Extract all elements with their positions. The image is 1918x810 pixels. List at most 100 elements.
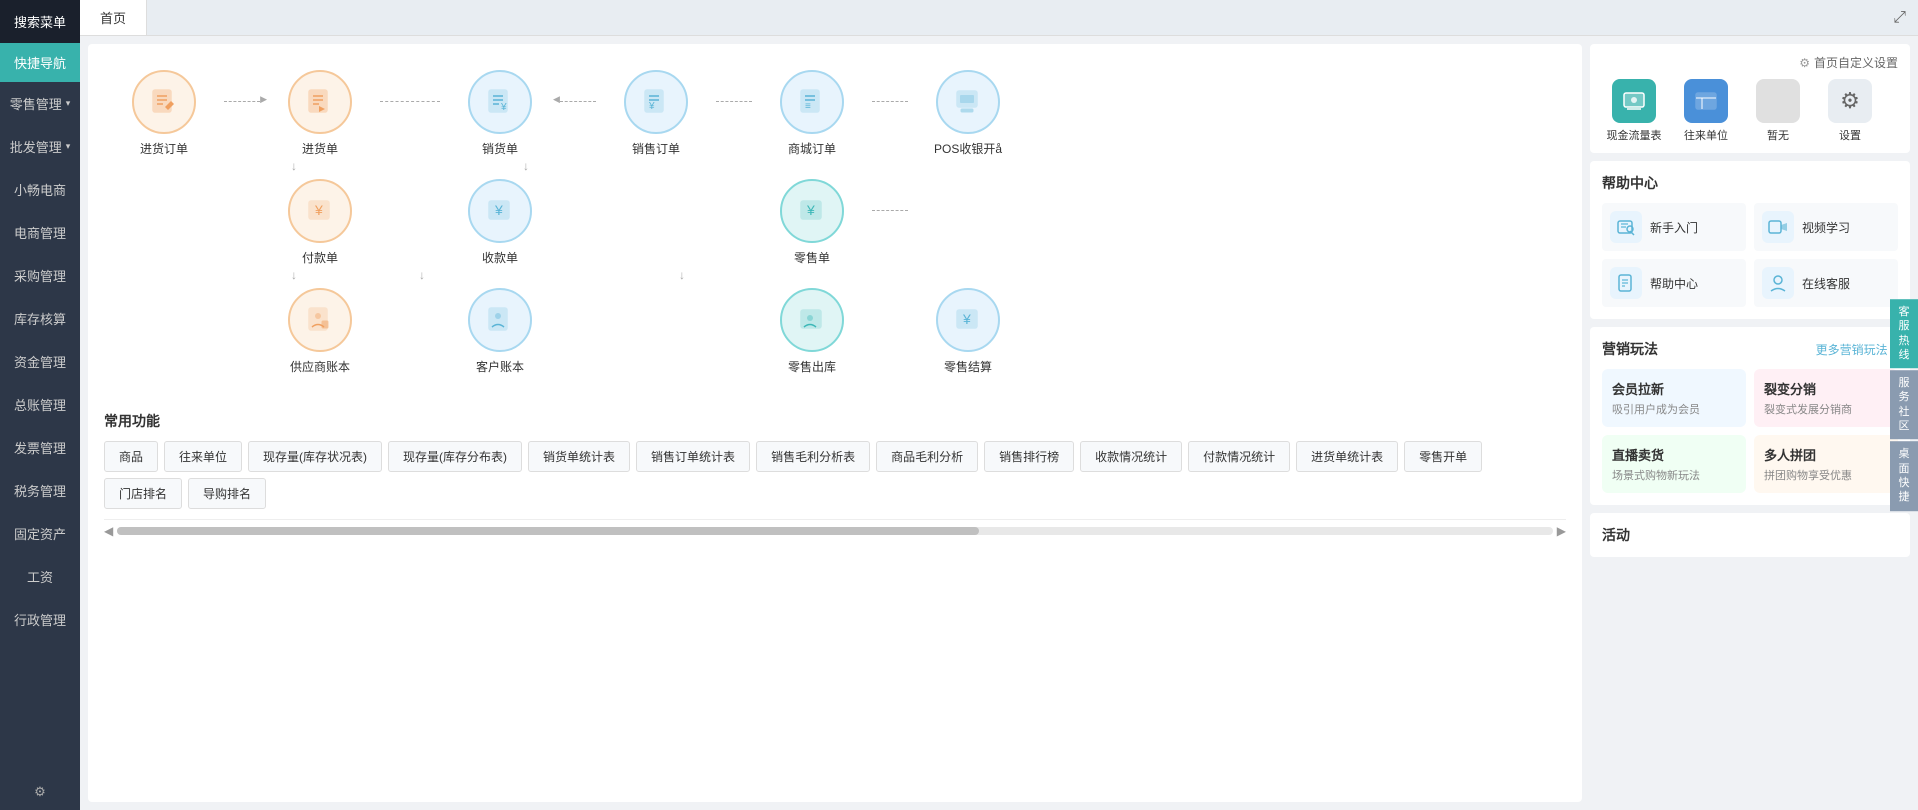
help-item-beginner[interactable]: 新手入门 [1602, 203, 1746, 251]
sidebar-item-wholesale[interactable]: 批发管理 ▾ [0, 125, 80, 168]
sidebar-item-ledger[interactable]: 总账管理 [0, 383, 80, 426]
marketing-panel: 营销玩法 更多营销玩法 > 会员拉新 吸引用户成为会员 裂变分销 裂变式发展分销… [1590, 327, 1910, 505]
func-btn-product-profit[interactable]: 商品毛利分析 [876, 441, 978, 472]
node-customer-account[interactable]: 客户账本 [440, 288, 560, 375]
arrow-3 [560, 101, 596, 102]
func-btn-gross-profit[interactable]: 销售毛利分析表 [756, 441, 870, 472]
marketing-item-group[interactable]: 多人拼团 拼团购物享受优惠 [1754, 435, 1898, 493]
quick-access-panel: ⚙ 首页自定义设置 现金流量表 [1590, 44, 1910, 153]
func-btn-receipt-stat[interactable]: 收款情况统计 [1080, 441, 1182, 472]
func-btn-inventory-status[interactable]: 现存量(库存状况表) [248, 441, 382, 472]
sidebar-item-ecommerce-mgmt[interactable]: 电商管理 [0, 211, 80, 254]
qa-item-cashflow[interactable]: 现金流量表 [1602, 79, 1666, 143]
float-btn-community[interactable]: 服务社区 [1890, 370, 1918, 439]
marketing-item-live[interactable]: 直播卖货 场景式购物新玩法 [1602, 435, 1746, 493]
sidebar-item-inventory[interactable]: 库存核算 [0, 297, 80, 340]
down-arrows-2: ↓ ↓ ↓ [104, 266, 1566, 284]
tab-home[interactable]: 首页 [80, 0, 147, 35]
down-arrow-pos [596, 159, 664, 173]
down-arrow-payment-in: ↓ [388, 268, 456, 282]
node-retail-bill[interactable]: ¥ 零售单 [752, 179, 872, 266]
qa-item-empty[interactable]: 暂无 [1746, 79, 1810, 143]
node-retail-settle[interactable]: ¥ 零售结算 [908, 288, 1028, 375]
down-arrow-retail: ↓ [648, 268, 716, 282]
qa-item-settings[interactable]: ⚙ 设置 [1818, 79, 1882, 143]
help-item-help[interactable]: 帮助中心 [1602, 259, 1746, 307]
settings-icon[interactable]: ⚙ [0, 774, 80, 810]
float-btn-desktop[interactable]: 桌面快捷 [1890, 442, 1918, 511]
node-pos[interactable]: POS收银开å [908, 70, 1028, 157]
scroll-track[interactable] [117, 527, 1553, 535]
func-btn-sales-stat[interactable]: 销货单统计表 [528, 441, 630, 472]
online-service-icon [1762, 267, 1794, 299]
node-supplier-account[interactable]: 供应商账本 [260, 288, 380, 375]
online-service-label: 在线客服 [1802, 275, 1850, 292]
empty-label: 暂无 [1767, 127, 1789, 143]
sidebar-item-invoice[interactable]: 发票管理 [0, 426, 80, 469]
node-purchase-order[interactable]: 进货订单 [104, 70, 224, 157]
help-item-video[interactable]: 视频学习 [1754, 203, 1898, 251]
marketing-more-link[interactable]: 更多营销玩法 > [1816, 341, 1898, 358]
func-btn-payment-stat[interactable]: 付款情况统计 [1188, 441, 1290, 472]
scroll-left-icon[interactable]: ◀ [104, 524, 113, 538]
node-payment-in[interactable]: ¥ 收款单 [440, 179, 560, 266]
down-arrow-payment-out: ↓ [260, 268, 328, 282]
cashflow-icon [1612, 79, 1656, 123]
help-doc-icon [1610, 267, 1642, 299]
svg-text:¥: ¥ [962, 311, 971, 327]
main-area: 首页 ⤢ [80, 0, 1918, 810]
sidebar-item-assets[interactable]: 固定资产 [0, 512, 80, 555]
func-btn-sales-rank[interactable]: 销售排行榜 [984, 441, 1074, 472]
spacer-arrow-4 [716, 101, 752, 102]
qa-item-units[interactable]: 往来单位 [1674, 79, 1738, 143]
beginner-icon [1610, 211, 1642, 243]
node-purchase-bill[interactable]: 进货单 [260, 70, 380, 157]
purchase-order-icon [132, 70, 196, 134]
sidebar-item-retail[interactable]: 零售管理 ▾ [0, 82, 80, 125]
sidebar-item-admin[interactable]: 行政管理 [0, 598, 80, 641]
func-btn-sales-order-stat[interactable]: 销售订单统计表 [636, 441, 750, 472]
func-btn-retail-order[interactable]: 零售开单 [1404, 441, 1482, 472]
payment-in-label: 收款单 [482, 249, 518, 266]
func-btn-guide-rank[interactable]: 导购排名 [188, 478, 266, 509]
retail-out-label: 零售出库 [788, 358, 836, 375]
sales-bill-icon: ¥ [468, 70, 532, 134]
cashflow-label: 现金流量表 [1607, 127, 1662, 143]
fission-desc: 裂变式发展分销商 [1764, 401, 1888, 417]
sidebar-item-ecommerce-small[interactable]: 小畅电商 [0, 168, 80, 211]
scroll-bar: ◀ ▶ [104, 519, 1566, 542]
function-buttons-grid: 商品 往来单位 现存量(库存状况表) 现存量(库存分布表) 销货单统计表 销售订… [104, 441, 1566, 509]
scroll-right-icon[interactable]: ▶ [1557, 524, 1566, 538]
func-btn-store-rank[interactable]: 门店排名 [104, 478, 182, 509]
sidebar-item-purchase[interactable]: 采购管理 [0, 254, 80, 297]
quick-nav[interactable]: 快捷导航 [0, 43, 80, 82]
svg-text:¥: ¥ [500, 102, 507, 113]
func-btn-product[interactable]: 商品 [104, 441, 158, 472]
node-payment-out[interactable]: ¥ 付款单 [260, 179, 380, 266]
func-btn-purchase-stat[interactable]: 进货单统计表 [1296, 441, 1398, 472]
sidebar-item-payroll[interactable]: 工资 [0, 555, 80, 598]
sales-bill-label: 销货单 [482, 140, 518, 157]
marketing-item-member[interactable]: 会员拉新 吸引用户成为会员 [1602, 369, 1746, 427]
sidebar-item-finance[interactable]: 资金管理 [0, 340, 80, 383]
search-menu[interactable]: 搜索菜单 [0, 0, 80, 43]
func-btn-unit[interactable]: 往来单位 [164, 441, 242, 472]
quick-access-header: ⚙ 首页自定义设置 [1602, 54, 1898, 71]
node-mall-order[interactable]: ≡ 商城订单 [752, 70, 872, 157]
marketing-grid: 会员拉新 吸引用户成为会员 裂变分销 裂变式发展分销商 直播卖货 场景式购物新玩… [1602, 369, 1898, 493]
float-btn-hotline[interactable]: 客服热线 [1890, 299, 1918, 368]
node-retail-out[interactable]: 零售出库 [752, 288, 872, 375]
marketing-item-fission[interactable]: 裂变分销 裂变式发展分销商 [1754, 369, 1898, 427]
maximize-icon[interactable]: ⤢ [1881, 0, 1918, 35]
sidebar-item-tax[interactable]: 税务管理 [0, 469, 80, 512]
scroll-thumb [117, 527, 978, 535]
quick-access-settings-label[interactable]: 首页自定义设置 [1814, 54, 1898, 71]
help-item-online-service[interactable]: 在线客服 [1754, 259, 1898, 307]
settings-gear-icon: ⚙ [1828, 79, 1872, 123]
node-sales-bill[interactable]: ¥ 销货单 [440, 70, 560, 157]
func-btn-inventory-dist[interactable]: 现存量(库存分布表) [388, 441, 522, 472]
node-sales-order[interactable]: ¥ 销售订单 [596, 70, 716, 157]
chevron-icon: ▾ [66, 98, 71, 109]
help-center-label: 帮助中心 [1650, 275, 1698, 292]
down-arrows-1: ↓ ↓ [104, 157, 1566, 175]
